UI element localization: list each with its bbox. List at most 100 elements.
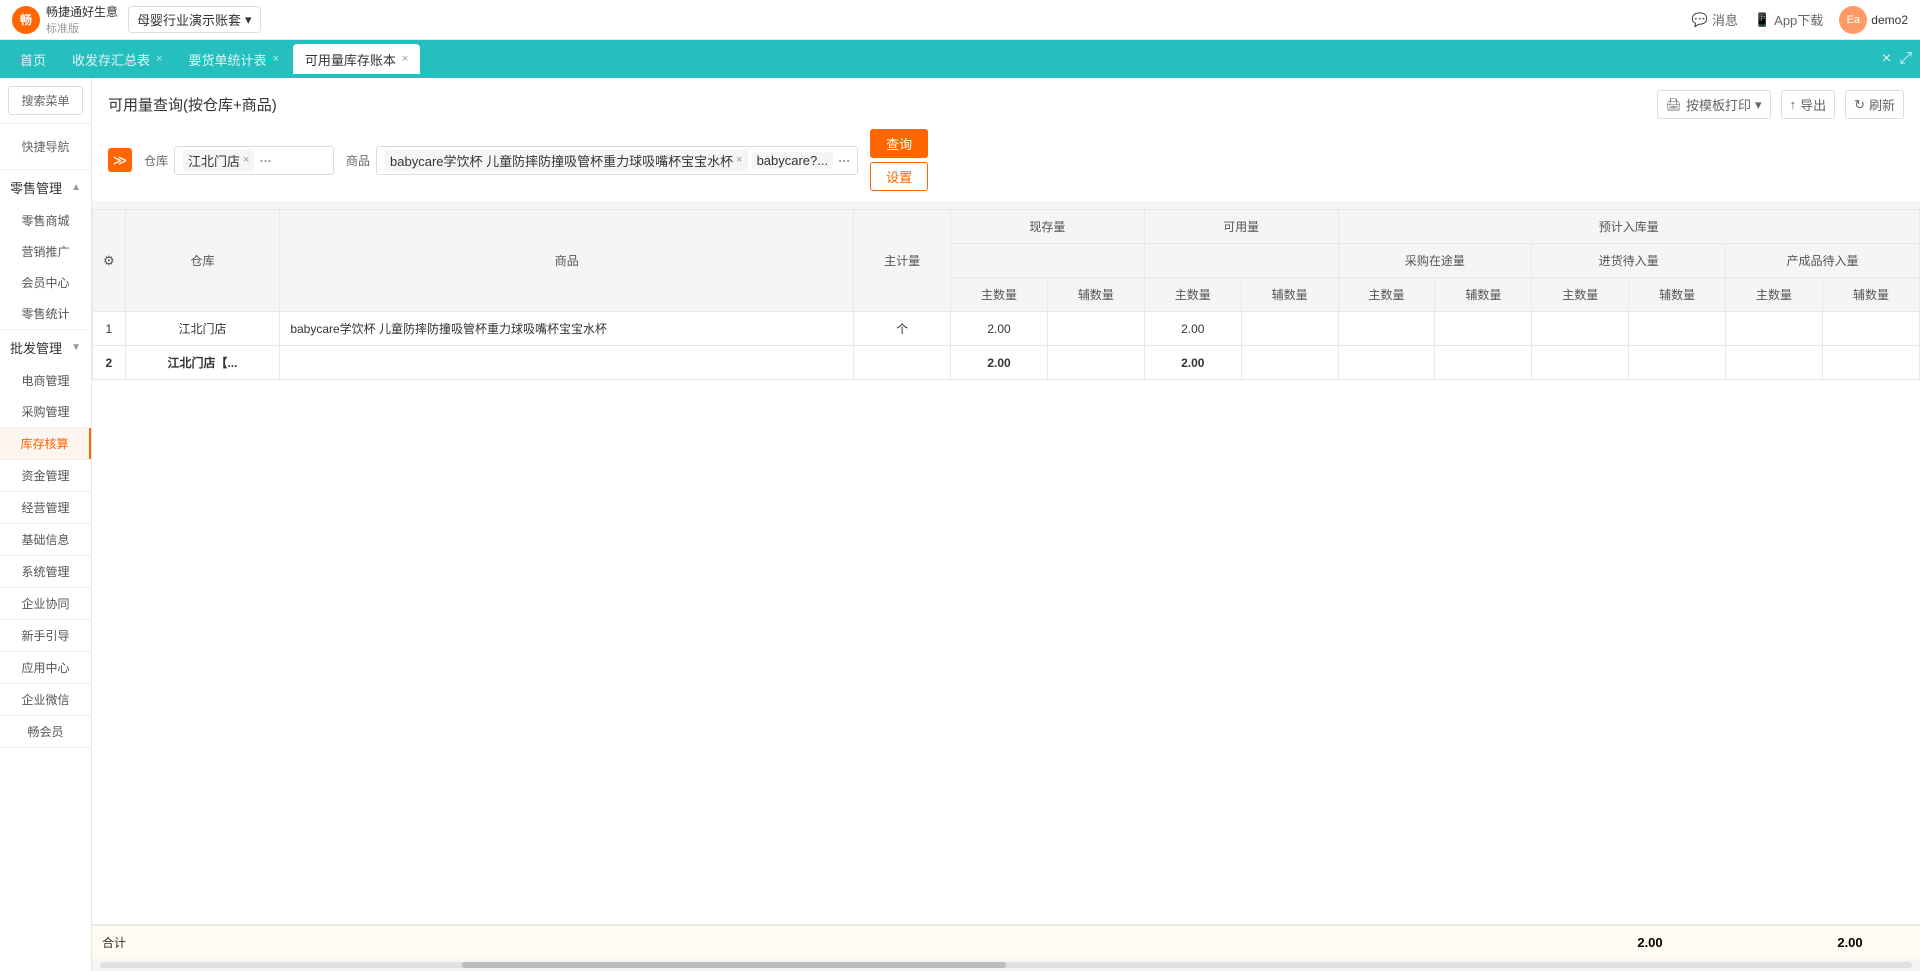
sidebar-section-vip: 畅会员 xyxy=(0,716,91,748)
row-product-main-1 xyxy=(1726,312,1823,346)
logo-text-area: 畅捷通好生意 标准版 xyxy=(46,3,118,36)
tab-available-label: 可用量库存账本 xyxy=(305,50,396,69)
sidebar-item-operations[interactable]: 经营管理 xyxy=(0,492,91,523)
sidebar-section-retail-label: 零售管理 xyxy=(10,178,62,197)
sidebar-item-marketing[interactable]: 营销推广 xyxy=(0,236,91,267)
product-tag-1-remove[interactable]: × xyxy=(736,154,742,166)
tab-receive[interactable]: 收发存汇总表 × xyxy=(60,44,174,74)
tab-order-close[interactable]: × xyxy=(272,53,278,65)
username-label: demo2 xyxy=(1871,13,1908,27)
sidebar-section-operations: 经营管理 xyxy=(0,492,91,524)
sidebar-section-retail-header[interactable]: 零售管理 ▲ xyxy=(0,170,91,205)
gear-icon[interactable]: ⚙ xyxy=(103,253,115,268)
sidebar-item-vip[interactable]: 畅会员 xyxy=(0,716,91,747)
chevron-down-icon: ▾ xyxy=(245,12,252,28)
th-stock-sub xyxy=(951,244,1145,278)
page-title: 可用量查询(按仓库+商品) xyxy=(108,94,277,115)
th-arriving-main: 主数量 xyxy=(1532,278,1629,312)
sidebar-item-procurement[interactable]: 采购管理 xyxy=(0,396,91,427)
sidebar-item-ecommerce[interactable]: 电商管理 xyxy=(0,365,91,396)
sidebar-item-enterprise[interactable]: 企业协同 xyxy=(0,588,91,619)
footer-stock-total: 2.00 xyxy=(1590,935,1710,950)
sidebar-item-quick-nav[interactable]: 快捷导航 xyxy=(0,130,91,163)
horizontal-scrollbar[interactable] xyxy=(92,959,1920,971)
refresh-button[interactable]: ↻ 刷新 xyxy=(1845,90,1904,119)
row-product-2 xyxy=(280,346,854,380)
query-button[interactable]: 查询 xyxy=(870,129,928,158)
user-area[interactable]: Ea demo2 xyxy=(1839,6,1908,34)
row-warehouse-2: 江北门店【... xyxy=(125,346,280,380)
warehouse-tag-remove[interactable]: × xyxy=(243,154,249,166)
th-stock-aux: 辅数量 xyxy=(1047,278,1144,312)
row-product-main-2 xyxy=(1726,346,1823,380)
sidebar-item-retail-mall[interactable]: 零售商城 xyxy=(0,205,91,236)
app-download-button[interactable]: 📱 App下载 xyxy=(1754,10,1823,29)
product-more-dots[interactable]: ··· xyxy=(837,150,849,171)
tab-available[interactable]: 可用量库存账本 × xyxy=(293,44,420,74)
row-num-1: 1 xyxy=(93,312,126,346)
row-arriving-main-2 xyxy=(1532,346,1629,380)
th-available: 可用量 xyxy=(1144,210,1338,244)
product-field: 商品 babycare学饮杯 儿童防摔防撞吸管杯重力球吸嘴杯宝宝水杯 × bab… xyxy=(346,146,858,175)
sidebar-section-enterprise: 企业协同 xyxy=(0,588,91,620)
inventory-table: ⚙ 仓库 商品 主计量 现存量 可用量 预计入库量 采购在途量 进货待入量 xyxy=(92,209,1920,380)
product-input[interactable]: babycare学饮杯 儿童防摔防撞吸管杯重力球吸嘴杯宝宝水杯 × babyca… xyxy=(376,146,858,175)
table-row: 1 江北门店 babycare学饮杯 儿童防摔防撞吸管杯重力球吸嘴杯宝宝水杯 个… xyxy=(93,312,1920,346)
th-avail-main: 主数量 xyxy=(1144,278,1241,312)
close-all-button[interactable]: × xyxy=(1882,51,1891,67)
sidebar-item-app-center[interactable]: 应用中心 xyxy=(0,652,91,683)
top-bar-right: 💬 消息 📱 App下载 Ea demo2 xyxy=(1692,6,1908,34)
row-unit-1: 个 xyxy=(854,312,951,346)
message-button[interactable]: 💬 消息 xyxy=(1692,10,1738,29)
logo-text: 畅捷通好生意 xyxy=(46,3,118,20)
filter-toggle-button[interactable]: ≫ xyxy=(108,148,132,172)
table-container[interactable]: ⚙ 仓库 商品 主计量 现存量 可用量 预计入库量 采购在途量 进货待入量 xyxy=(92,209,1920,924)
sidebar-item-guide[interactable]: 新手引导 xyxy=(0,620,91,651)
th-purchase-arriving: 进货待入量 xyxy=(1532,244,1726,278)
warehouse-input[interactable]: 江北门店 × ··· xyxy=(174,146,334,175)
row-transit-aux-1 xyxy=(1435,312,1532,346)
th-arriving-aux: 辅数量 xyxy=(1629,278,1726,312)
product-tag-2: babycare?... xyxy=(752,152,834,169)
th-purchase-transit: 采购在途量 xyxy=(1338,244,1532,278)
page-actions: 🖨 按模板打印 ▾ ↑ 导出 ↻ 刷新 xyxy=(1657,90,1905,119)
content-area: 可用量查询(按仓库+商品) 🖨 按模板打印 ▾ ↑ 导出 ↻ 刷新 ≫ xyxy=(92,78,1920,971)
sidebar-item-inventory[interactable]: 库存核算 xyxy=(0,428,91,459)
industry-selector[interactable]: 母婴行业演示账套 ▾ xyxy=(128,6,261,33)
sidebar-item-system[interactable]: 系统管理 xyxy=(0,556,91,587)
tab-available-close[interactable]: × xyxy=(402,53,408,65)
product-tag-1: babycare学饮杯 儿童防摔防撞吸管杯重力球吸嘴杯宝宝水杯 × xyxy=(385,150,748,171)
print-button[interactable]: 🖨 按模板打印 ▾ xyxy=(1657,90,1771,119)
th-main-unit: 主计量 xyxy=(854,210,951,312)
th-product-pending: 产成品待入量 xyxy=(1726,244,1920,278)
chevron-up-icon: ▲ xyxy=(71,182,81,193)
row-product-aux-2 xyxy=(1822,346,1919,380)
sidebar-item-members[interactable]: 会员中心 xyxy=(0,267,91,298)
tab-receive-close[interactable]: × xyxy=(156,53,162,65)
warehouse-more-dots[interactable]: ··· xyxy=(258,150,270,171)
chevron-down-icon-wholesale: ▼ xyxy=(71,342,81,353)
row-product-aux-1 xyxy=(1822,312,1919,346)
search-menu-button[interactable]: 搜索菜单 xyxy=(8,86,83,115)
row-unit-2 xyxy=(854,346,951,380)
sidebar-item-retail-stats[interactable]: 零售统计 xyxy=(0,298,91,329)
filter-settings-button[interactable]: 设置 xyxy=(870,162,928,191)
warehouse-field: 仓库 江北门店 × ··· xyxy=(144,146,334,175)
sidebar-section-retail: 零售管理 ▲ 零售商城 营销推广 会员中心 零售统计 xyxy=(0,170,91,330)
tab-home[interactable]: 首页 xyxy=(8,44,58,74)
sidebar-item-wechat[interactable]: 企业微信 xyxy=(0,684,91,715)
tab-order[interactable]: 要货单统计表 × xyxy=(176,44,290,74)
maximize-button[interactable]: ⤢ xyxy=(1899,51,1912,67)
sidebar-section-system: 系统管理 xyxy=(0,556,91,588)
th-transit-main: 主数量 xyxy=(1338,278,1435,312)
sidebar-item-base-info[interactable]: 基础信息 xyxy=(0,524,91,555)
sidebar-item-finance[interactable]: 资金管理 xyxy=(0,460,91,491)
sidebar-section-wholesale-header[interactable]: 批发管理 ▼ xyxy=(0,330,91,365)
export-button[interactable]: ↑ 导出 xyxy=(1781,90,1836,119)
row-stock-aux-2 xyxy=(1047,346,1144,380)
tab-home-label: 首页 xyxy=(20,50,46,69)
th-avail-sub xyxy=(1144,244,1338,278)
scroll-thumb[interactable] xyxy=(462,962,1006,968)
row-arriving-aux-2 xyxy=(1629,346,1726,380)
sidebar: 搜索菜单 快捷导航 零售管理 ▲ 零售商城 营销推广 会员中心 零售统计 批发管… xyxy=(0,78,92,971)
